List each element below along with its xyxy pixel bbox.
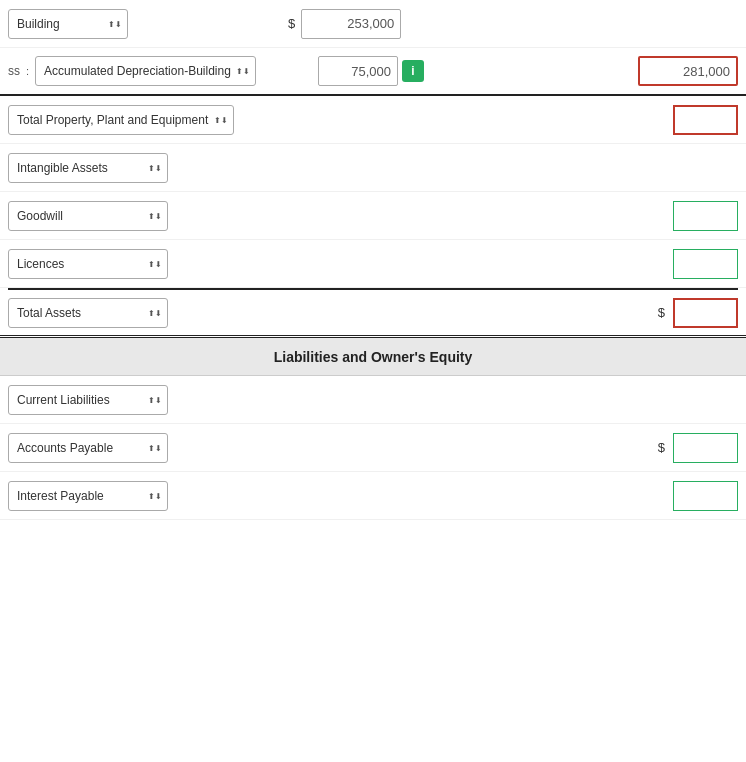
row-acc-dep-middle: i: [318, 56, 478, 86]
goodwill-dropdown-wrapper[interactable]: Goodwill: [8, 201, 168, 231]
intangible-assets-dropdown-wrapper[interactable]: Intangible Assets: [8, 153, 168, 183]
total-assets-dropdown-wrapper[interactable]: Total Assets: [8, 298, 168, 328]
row-total-ppe: Total Property, Plant and Equipment: [0, 96, 746, 144]
total-ppe-dropdown-wrapper[interactable]: Total Property, Plant and Equipment: [8, 105, 234, 135]
prefix-ss: ss: [8, 64, 20, 78]
row-acc-dep-left: ss : Accumulated Depreciation-Building: [8, 56, 318, 86]
row-acc-dep-right: [478, 56, 738, 86]
row-interest-payable-left: Interest Payable: [8, 481, 288, 511]
row-total-assets: Total Assets $: [0, 290, 746, 338]
row-goodwill-right: [488, 201, 738, 231]
row-licences: Licences: [0, 240, 746, 288]
row-licences-right: [488, 249, 738, 279]
row-building-left: Building: [8, 9, 288, 39]
row-current-liabilities-left: Current Liabilities: [8, 385, 288, 415]
row-accounts-payable: Accounts Payable $: [0, 424, 746, 472]
total-assets-dropdown[interactable]: Total Assets: [8, 298, 168, 328]
building-dropdown[interactable]: Building: [8, 9, 128, 39]
licences-right-box: [673, 249, 738, 279]
interest-payable-dropdown-wrapper[interactable]: Interest Payable: [8, 481, 168, 511]
accounts-payable-dollar: $: [658, 440, 665, 455]
liabilities-section-title: Liabilities and Owner's Equity: [274, 349, 473, 365]
row-licences-left: Licences: [8, 249, 288, 279]
row-acc-dep-building: ss : Accumulated Depreciation-Building i: [0, 48, 746, 96]
goodwill-right-box: [673, 201, 738, 231]
row-intangible-left: Intangible Assets: [8, 153, 288, 183]
row-interest-payable-right: [488, 481, 738, 511]
current-liabilities-dropdown[interactable]: Current Liabilities: [8, 385, 168, 415]
total-assets-dollar: $: [658, 305, 665, 320]
acc-dep-dropdown-wrapper[interactable]: Accumulated Depreciation-Building: [35, 56, 256, 86]
row-building-middle: $: [288, 9, 488, 39]
row-goodwill: Goodwill: [0, 192, 746, 240]
row-intangible-assets: Intangible Assets: [0, 144, 746, 192]
licences-dropdown-wrapper[interactable]: Licences: [8, 249, 168, 279]
total-ppe-right-box: [673, 105, 738, 135]
prefix-colon: :: [26, 65, 29, 77]
goodwill-dropdown[interactable]: Goodwill: [8, 201, 168, 231]
acc-dep-dropdown[interactable]: Accumulated Depreciation-Building: [35, 56, 256, 86]
info-button[interactable]: i: [402, 60, 424, 82]
building-dollar-sign: $: [288, 16, 295, 31]
accounts-payable-dropdown-wrapper[interactable]: Accounts Payable: [8, 433, 168, 463]
interest-payable-right-box: [673, 481, 738, 511]
row-building: Building $: [0, 0, 746, 48]
acc-dep-amount-input[interactable]: [318, 56, 398, 86]
row-total-ppe-right: [518, 105, 738, 135]
row-current-liabilities: Current Liabilities: [0, 376, 746, 424]
interest-payable-dropdown[interactable]: Interest Payable: [8, 481, 168, 511]
total-assets-right-box: [673, 298, 738, 328]
licences-dropdown[interactable]: Licences: [8, 249, 168, 279]
row-accounts-payable-right: $: [488, 433, 738, 463]
accounts-payable-right-box: [673, 433, 738, 463]
accounts-payable-dropdown[interactable]: Accounts Payable: [8, 433, 168, 463]
building-dropdown-wrapper[interactable]: Building: [8, 9, 128, 39]
row-goodwill-left: Goodwill: [8, 201, 288, 231]
total-ppe-dropdown[interactable]: Total Property, Plant and Equipment: [8, 105, 234, 135]
intangible-assets-dropdown[interactable]: Intangible Assets: [8, 153, 168, 183]
row-total-assets-left: Total Assets: [8, 298, 288, 328]
current-liabilities-dropdown-wrapper[interactable]: Current Liabilities: [8, 385, 168, 415]
row-accounts-payable-left: Accounts Payable: [8, 433, 288, 463]
row-total-ppe-left: Total Property, Plant and Equipment: [8, 105, 318, 135]
building-amount-input[interactable]: [301, 9, 401, 39]
row-interest-payable: Interest Payable: [0, 472, 746, 520]
balance-sheet-container: Building $ ss : Accumulated Depreciation…: [0, 0, 746, 520]
section-header-liabilities: Liabilities and Owner's Equity: [0, 338, 746, 376]
acc-dep-right-input[interactable]: [638, 56, 738, 86]
row-total-assets-right: $: [488, 298, 738, 328]
